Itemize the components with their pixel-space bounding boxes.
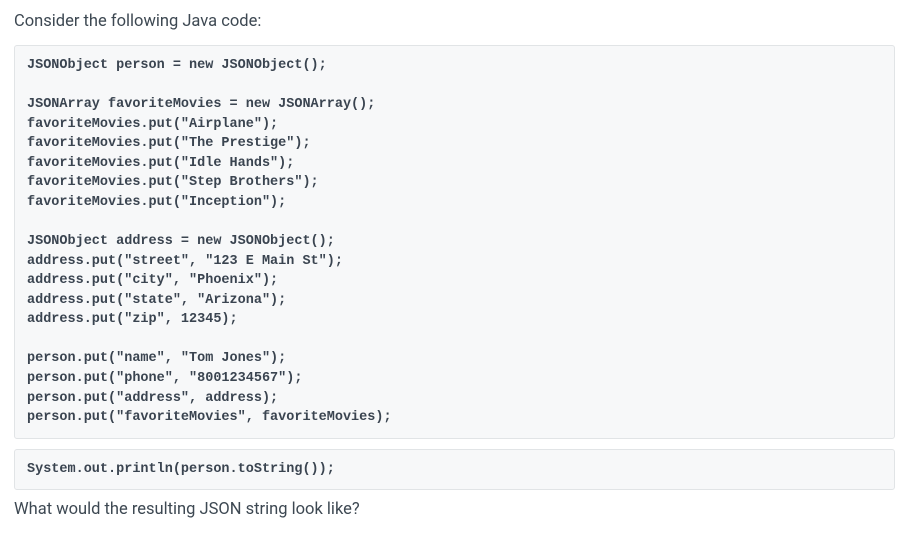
question-outro: What would the resulting JSON string loo… [14,500,895,519]
code-line: favoriteMovies.put("Inception"); [27,195,286,210]
question-intro: Consider the following Java code: [14,12,895,31]
code-line: address.put("street", "123 E Main St"); [27,254,343,269]
code-line: favoriteMovies.put("Step Brothers"); [27,175,319,190]
code-block-main: JSONObject person = new JSONObject(); JS… [14,45,895,439]
code-line: favoriteMovies.put("The Prestige"); [27,136,311,151]
code-line: System.out.println(person.toString()); [27,462,335,477]
code-line: person.put("favoriteMovies", favoriteMov… [27,410,392,425]
code-line: person.put("name", "Tom Jones"); [27,351,286,366]
code-line: JSONObject address = new JSONObject(); [27,234,335,249]
code-line: person.put("address", address); [27,391,278,406]
code-line: JSONObject person = new JSONObject(); [27,58,327,73]
code-line: JSONArray favoriteMovies = new JSONArray… [27,97,375,112]
code-line: favoriteMovies.put("Airplane"); [27,117,278,132]
code-line: address.put("state", "Arizona"); [27,293,286,308]
code-block-print: System.out.println(person.toString()); [14,449,895,491]
code-line: person.put("phone", "8001234567"); [27,371,302,386]
code-line: favoriteMovies.put("Idle Hands"); [27,156,294,171]
code-line: address.put("city", "Phoenix"); [27,273,278,288]
code-line: address.put("zip", 12345); [27,312,238,327]
